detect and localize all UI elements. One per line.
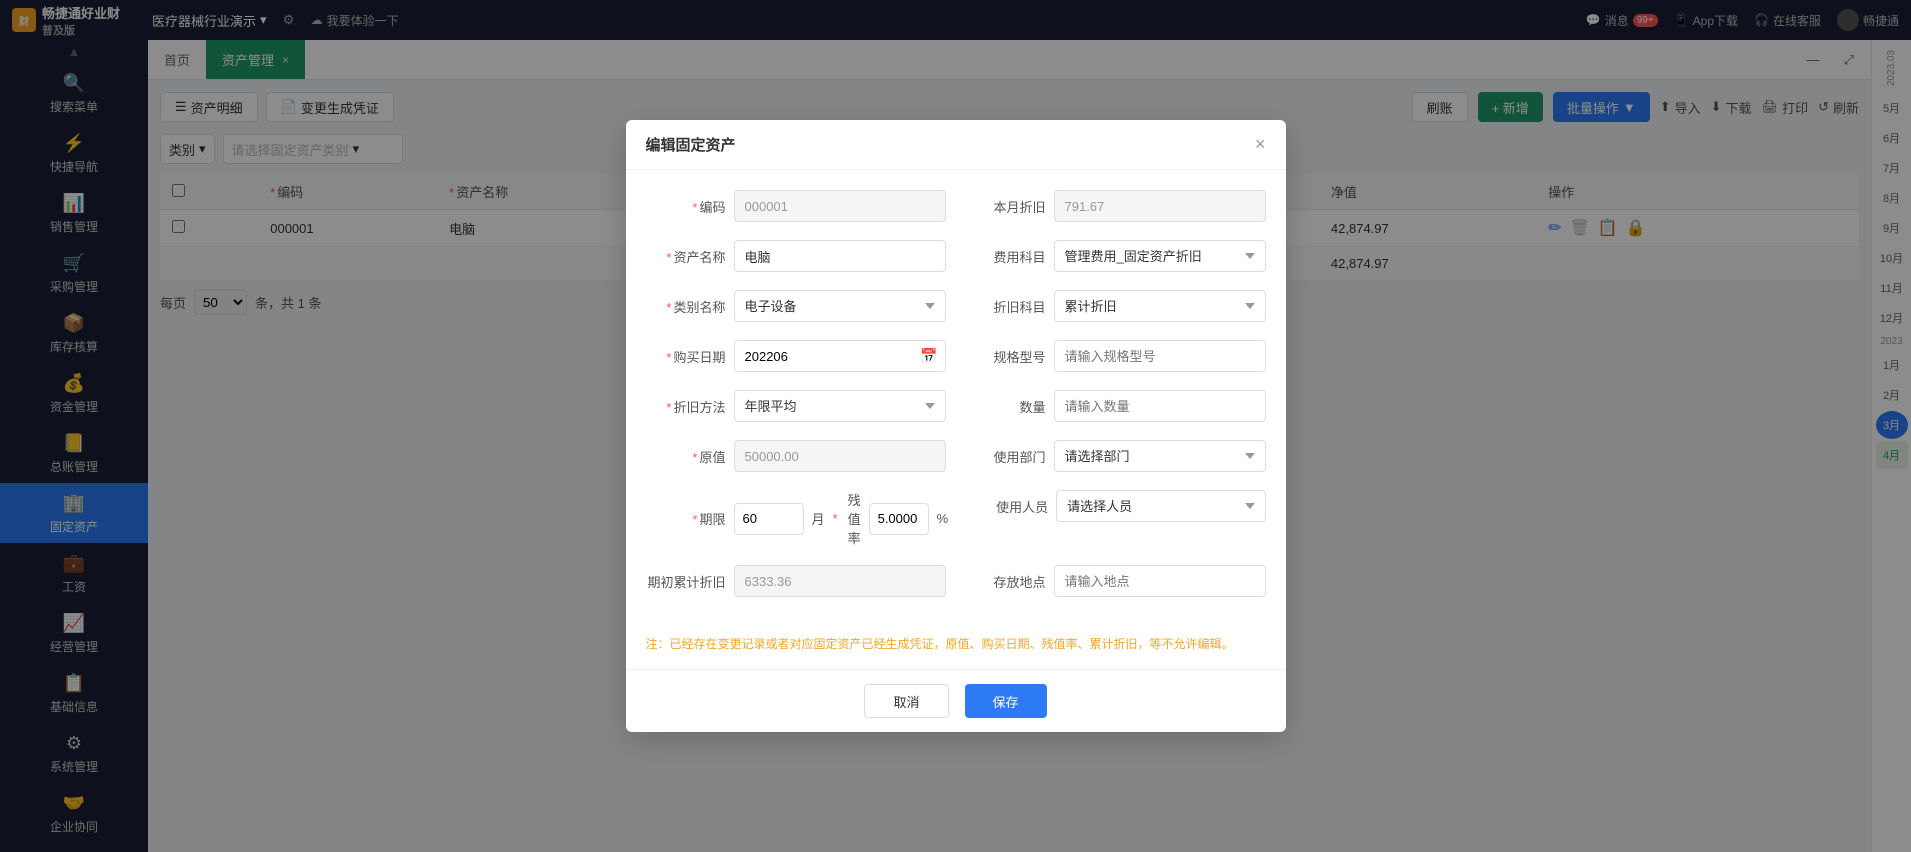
- form-col-code: *编码: [646, 190, 946, 222]
- form-row-2: *资产名称 费用科目 管理费用_固定资产折旧: [646, 240, 1266, 272]
- deprec-account-label: 折旧科目: [966, 297, 1046, 316]
- modal-footer: 取消 保存: [626, 669, 1286, 732]
- period-input[interactable]: [734, 503, 804, 535]
- form-col-category: *类别名称 电子设备: [646, 290, 946, 322]
- code-input[interactable]: [734, 190, 946, 222]
- monthly-deprec-label: 本月折旧: [966, 197, 1046, 216]
- form-row-6: *原值 使用部门 请选择部门: [646, 440, 1266, 472]
- deprec-method-label: *折旧方法: [646, 397, 726, 416]
- category-label: *类别名称: [646, 297, 726, 316]
- name-input[interactable]: [734, 240, 946, 272]
- modal-body: *编码 本月折旧 *资产名称 费用科目: [626, 170, 1286, 635]
- spec-label: 规格型号: [966, 347, 1046, 366]
- purchase-date-input[interactable]: [734, 340, 946, 372]
- form-col-deprec-method: *折旧方法 年限平均: [646, 390, 946, 422]
- form-row-8: 期初累计折旧 存放地点: [646, 565, 1266, 597]
- form-col-purchase-date: *购买日期 📅: [646, 340, 946, 372]
- form-col-deprec-account: 折旧科目 累计折旧: [966, 290, 1266, 322]
- person-label: 使用人员: [968, 497, 1048, 516]
- name-label: *资产名称: [646, 247, 726, 266]
- original-value-label: *原值: [646, 447, 726, 466]
- period-label: *期限: [646, 509, 726, 528]
- form-col-spec: 规格型号: [966, 340, 1266, 372]
- quantity-label: 数量: [966, 397, 1046, 416]
- monthly-deprec-input[interactable]: [1054, 190, 1266, 222]
- original-value-input[interactable]: [734, 440, 946, 472]
- quantity-input[interactable]: [1054, 390, 1266, 422]
- form-col-expense-account: 费用科目 管理费用_固定资产折旧: [966, 240, 1266, 272]
- deprec-method-select[interactable]: 年限平均: [734, 390, 946, 422]
- save-button[interactable]: 保存: [965, 684, 1047, 718]
- form-col-name: *资产名称: [646, 240, 946, 272]
- purchase-date-wrapper: 📅: [734, 340, 946, 372]
- initial-deprec-input[interactable]: [734, 565, 946, 597]
- form-col-dept: 使用部门 请选择部门: [966, 440, 1266, 472]
- form-col-original-value: *原值: [646, 440, 946, 472]
- period-residual-wrapper: 月 * 残值率 %: [734, 490, 949, 547]
- residual-rate-input[interactable]: [869, 503, 929, 535]
- purchase-date-label: *购买日期: [646, 347, 726, 366]
- expense-account-label: 费用科目: [966, 247, 1046, 266]
- modal-close-button[interactable]: ×: [1255, 134, 1266, 155]
- form-col-initial-deprec: 期初累计折旧: [646, 565, 946, 597]
- form-row-1: *编码 本月折旧: [646, 190, 1266, 222]
- form-col-period: *期限 月 * 残值率 %: [646, 490, 949, 547]
- dept-select[interactable]: 请选择部门: [1054, 440, 1266, 472]
- edit-fixed-asset-modal: 编辑固定资产 × *编码 本月折旧: [626, 120, 1286, 732]
- dept-label: 使用部门: [966, 447, 1046, 466]
- cancel-button[interactable]: 取消: [864, 684, 948, 718]
- calendar-icon: 📅: [920, 348, 937, 365]
- modal-overlay: 编辑固定资产 × *编码 本月折旧: [0, 0, 1911, 852]
- location-label: 存放地点: [966, 572, 1046, 591]
- modal-title: 编辑固定资产: [646, 134, 736, 155]
- form-row-5: *折旧方法 年限平均 数量: [646, 390, 1266, 422]
- expense-account-select[interactable]: 管理费用_固定资产折旧: [1054, 240, 1266, 272]
- form-row-4: *购买日期 📅 规格型号: [646, 340, 1266, 372]
- form-row-3: *类别名称 电子设备 折旧科目 累计折旧: [646, 290, 1266, 322]
- form-col-location: 存放地点: [966, 565, 1266, 597]
- code-label: *编码: [646, 197, 726, 216]
- form-col-monthly-deprec: 本月折旧: [966, 190, 1266, 222]
- modal-header: 编辑固定资产 ×: [626, 120, 1286, 170]
- category-select[interactable]: 电子设备: [734, 290, 946, 322]
- deprec-account-select[interactable]: 累计折旧: [1054, 290, 1266, 322]
- form-col-quantity: 数量: [966, 390, 1266, 422]
- modal-note: 注：已经存在变更记录或者对应固定资产已经生成凭证，原值、购买日期、残值率、累计折…: [626, 635, 1286, 669]
- person-select[interactable]: 请选择人员: [1056, 490, 1265, 522]
- spec-input[interactable]: [1054, 340, 1266, 372]
- form-col-person: 使用人员 请选择人员: [968, 490, 1265, 522]
- location-input[interactable]: [1054, 565, 1266, 597]
- initial-deprec-label: 期初累计折旧: [646, 572, 726, 591]
- form-row-7: *期限 月 * 残值率 % 使用人员 请选择人员: [646, 490, 1266, 547]
